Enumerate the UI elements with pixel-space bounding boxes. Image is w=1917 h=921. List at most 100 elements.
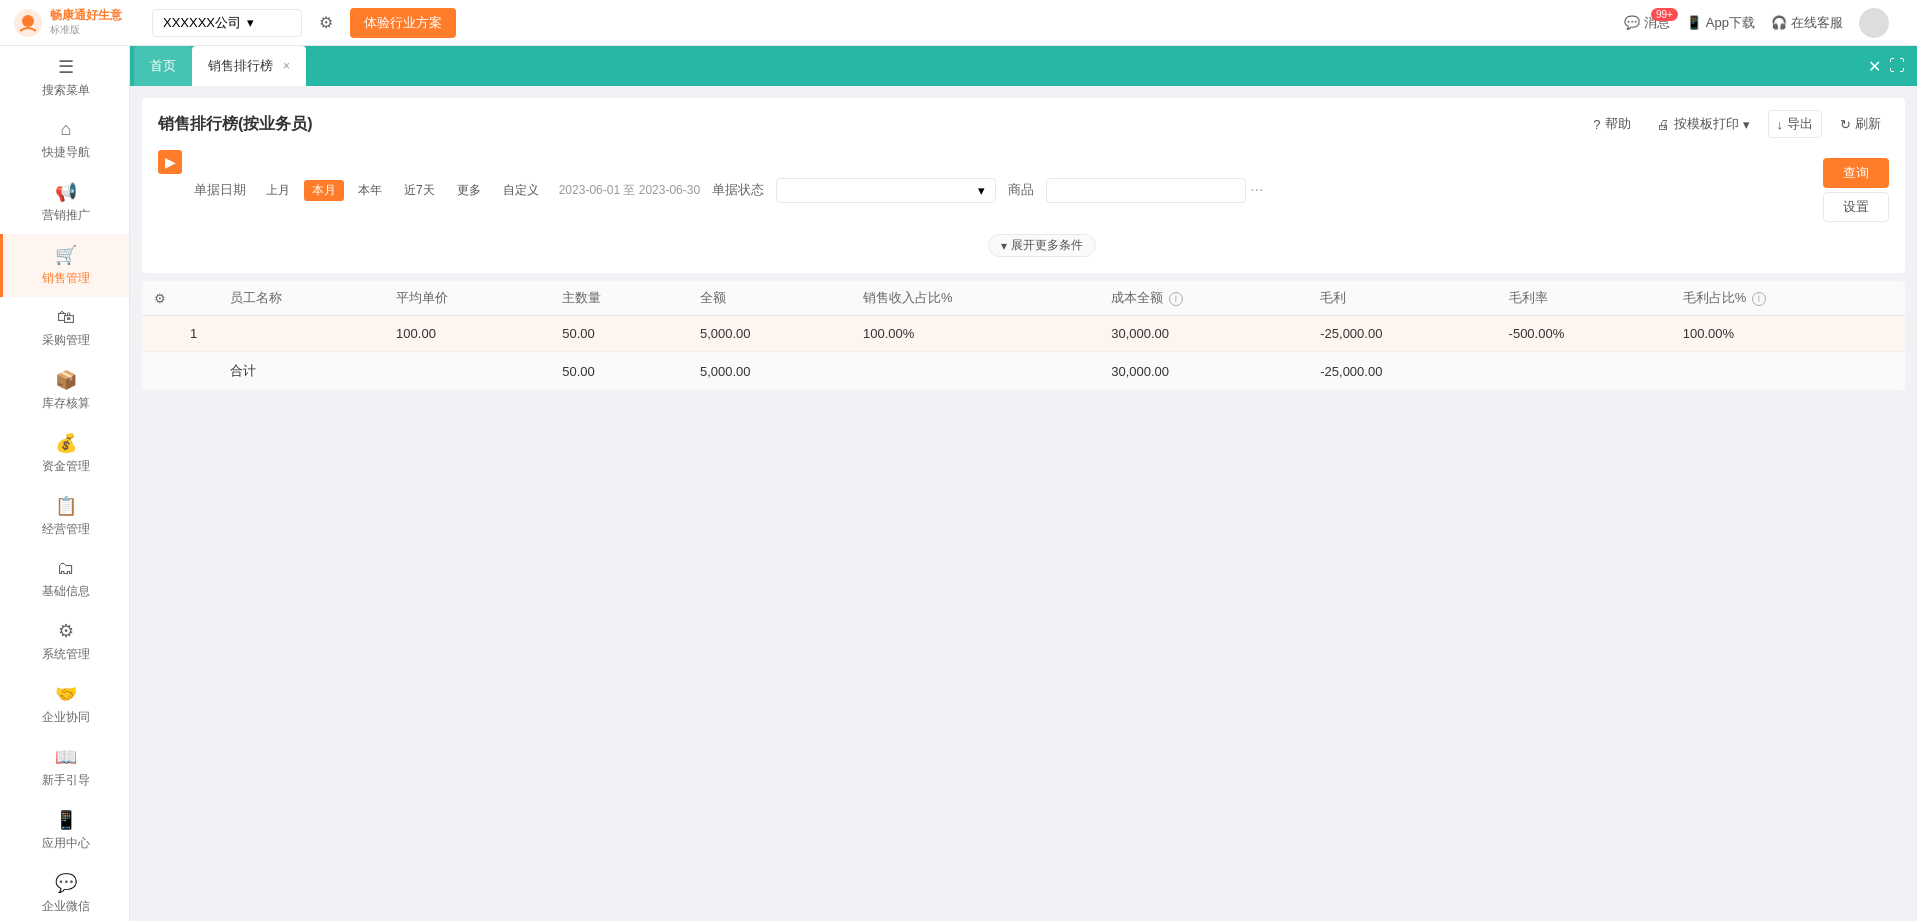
date-tab-7days[interactable]: 近7天 xyxy=(396,180,443,201)
tab-bar-maximize-icon[interactable]: ⛶ xyxy=(1889,57,1905,75)
guide-icon: 📖 xyxy=(55,746,77,768)
date-tab-more[interactable]: 更多 xyxy=(449,180,489,201)
footer-label: 合计 xyxy=(218,352,384,391)
cell-cost: 30,000.00 xyxy=(1099,316,1308,352)
app-logo-text: 畅康通好生意 xyxy=(50,8,122,22)
settings-icon[interactable]: ⚙ xyxy=(312,9,340,37)
col-name: 员工名称 xyxy=(218,281,384,316)
svg-point-1 xyxy=(22,15,34,27)
footer-settings xyxy=(142,352,178,391)
sidebar-item-label: 新手引导 xyxy=(42,772,90,789)
sidebar-item-label: 采购管理 xyxy=(42,332,90,349)
sidebar-item-sales[interactable]: 🛒 销售管理 xyxy=(0,234,129,297)
date-tab-thismonth[interactable]: 本月 xyxy=(304,180,344,201)
sidebar-item-basics[interactable]: 🗂 基础信息 xyxy=(0,548,129,610)
sidebar-item-label: 销售管理 xyxy=(42,270,90,287)
filter-expand-arrow[interactable]: ▶ xyxy=(158,150,182,174)
logo-icon xyxy=(12,7,44,39)
sidebar-item-label: 基础信息 xyxy=(42,583,90,600)
print-button[interactable]: 🖨 按模板打印 ▾ xyxy=(1649,111,1758,137)
col-profit-rate: 毛利率 xyxy=(1497,281,1671,316)
expand-more-btn[interactable]: ▾ 展开更多条件 xyxy=(988,234,1096,257)
online-service-button[interactable]: 🎧 在线客服 xyxy=(1771,14,1843,32)
sidebar-item-wechat[interactable]: 💬 企业微信 xyxy=(0,862,129,921)
table-header-row: ⚙ 员工名称 平均单价 主数量 全额 销售收入占比% 成本全额 i 毛利 毛 xyxy=(142,281,1905,316)
date-tab-lastmonth[interactable]: 上月 xyxy=(258,180,298,201)
sidebar-item-label: 库存核算 xyxy=(42,395,90,412)
sidebar-item-finance[interactable]: 💰 资金管理 xyxy=(0,422,129,485)
tab-bar-close-icon[interactable]: ✕ xyxy=(1868,57,1881,76)
goods-filter-input[interactable] xyxy=(1046,178,1246,203)
sidebar-item-label: 应用中心 xyxy=(42,835,90,852)
trial-button[interactable]: 体验行业方案 xyxy=(350,8,456,38)
query-button[interactable]: 查询 xyxy=(1823,158,1889,188)
sidebar-item-quicknav[interactable]: ⌂ 快捷导航 xyxy=(0,109,129,171)
avatar[interactable] xyxy=(1859,8,1889,38)
table-card: ⚙ 员工名称 平均单价 主数量 全额 销售收入占比% 成本全额 i 毛利 毛 xyxy=(142,281,1905,391)
sidebar-item-label: 资金管理 xyxy=(42,458,90,475)
tab-active-label: 销售排行榜 xyxy=(208,57,273,75)
search-icon: ☰ xyxy=(58,56,74,78)
logo-area: 畅康通好生意 标准版 xyxy=(12,7,142,39)
company-name: XXXXXX公司 xyxy=(163,14,241,32)
sidebar-item-marketing[interactable]: 📢 营销推广 xyxy=(0,171,129,234)
status-filter-select[interactable]: ▾ xyxy=(776,178,996,203)
sidebar-item-search[interactable]: ☰ 搜索菜单 xyxy=(0,46,129,109)
footer-profit-ratio xyxy=(1671,352,1905,391)
goods-filter-more-icon[interactable]: ··· xyxy=(1250,181,1263,199)
sidebar-item-operations[interactable]: 📋 经营管理 xyxy=(0,485,129,548)
cell-avg-price: 100.00 xyxy=(384,316,550,352)
cell-amount: 5,000.00 xyxy=(688,316,851,352)
cell-sales-ratio: 100.00% xyxy=(851,316,1099,352)
home-icon: ⌂ xyxy=(61,119,72,140)
tab-close-icon[interactable]: × xyxy=(283,59,290,73)
tab-bar: 首页 销售排行榜 × ✕ ⛶ xyxy=(130,46,1917,86)
message-badge: 99+ xyxy=(1651,8,1678,21)
sidebar-item-collab[interactable]: 🤝 企业协同 xyxy=(0,673,129,736)
export-icon: ↓ xyxy=(1777,117,1784,132)
cell-profit: -25,000.00 xyxy=(1308,316,1496,352)
footer-avg-price xyxy=(384,352,550,391)
column-settings-icon[interactable]: ⚙ xyxy=(154,291,166,306)
sidebar-item-apps[interactable]: 📱 应用中心 xyxy=(0,799,129,862)
help-button[interactable]: ? 帮助 xyxy=(1585,111,1638,137)
message-button[interactable]: 💬 消息 99+ xyxy=(1624,14,1670,32)
sidebar-item-label: 企业微信 xyxy=(42,898,90,915)
sidebar-item-inventory[interactable]: 📦 库存核算 xyxy=(0,359,129,422)
sidebar-item-purchase[interactable]: 🛍 采购管理 xyxy=(0,297,129,359)
page-title: 销售排行榜(按业务员) xyxy=(158,114,313,135)
table-footer-row: 合计 50.00 5,000.00 30,000.00 -25,000.00 xyxy=(142,352,1905,391)
wechat-icon: 💬 xyxy=(55,872,77,894)
date-range-display: 2023-06-01 至 2023-06-30 xyxy=(559,182,700,199)
goods-filter-label: 商品 xyxy=(1008,181,1034,199)
sidebar-item-guide[interactable]: 📖 新手引导 xyxy=(0,736,129,799)
print-icon: 🖨 xyxy=(1657,117,1670,132)
status-chevron-icon: ▾ xyxy=(978,183,985,198)
footer-profit-rate xyxy=(1497,352,1671,391)
help-icon: ? xyxy=(1593,117,1600,132)
marketing-icon: 📢 xyxy=(55,181,77,203)
col-amount: 全额 xyxy=(688,281,851,316)
date-tab-thisyear[interactable]: 本年 xyxy=(350,180,390,201)
footer-qty: 50.00 xyxy=(550,352,688,391)
col-settings[interactable]: ⚙ xyxy=(142,281,178,316)
export-button[interactable]: ↓ 导出 xyxy=(1768,110,1823,138)
apps-icon: 📱 xyxy=(55,809,77,831)
sidebar-item-label: 经营管理 xyxy=(42,521,90,538)
cell-qty: 50.00 xyxy=(550,316,688,352)
sidebar-item-system[interactable]: ⚙ 系统管理 xyxy=(0,610,129,673)
operations-icon: 📋 xyxy=(55,495,77,517)
message-icon: 💬 xyxy=(1624,15,1640,30)
cost-info-icon[interactable]: i xyxy=(1169,292,1183,306)
settings-button[interactable]: 设置 xyxy=(1823,192,1889,222)
tab-sales-ranking[interactable]: 销售排行榜 × xyxy=(192,46,306,86)
date-tab-custom[interactable]: 自定义 xyxy=(495,180,547,201)
profit-ratio-info-icon[interactable]: i xyxy=(1752,292,1766,306)
company-selector[interactable]: XXXXXX公司 ▾ xyxy=(152,9,302,37)
sidebar-item-label: 营销推广 xyxy=(42,207,90,224)
app-download-button[interactable]: 📱 App下载 xyxy=(1686,14,1755,32)
cell-rank: 1 xyxy=(178,316,218,352)
refresh-button[interactable]: ↻ 刷新 xyxy=(1832,111,1889,137)
tab-home[interactable]: 首页 xyxy=(134,46,192,86)
col-cost: 成本全额 i xyxy=(1099,281,1308,316)
